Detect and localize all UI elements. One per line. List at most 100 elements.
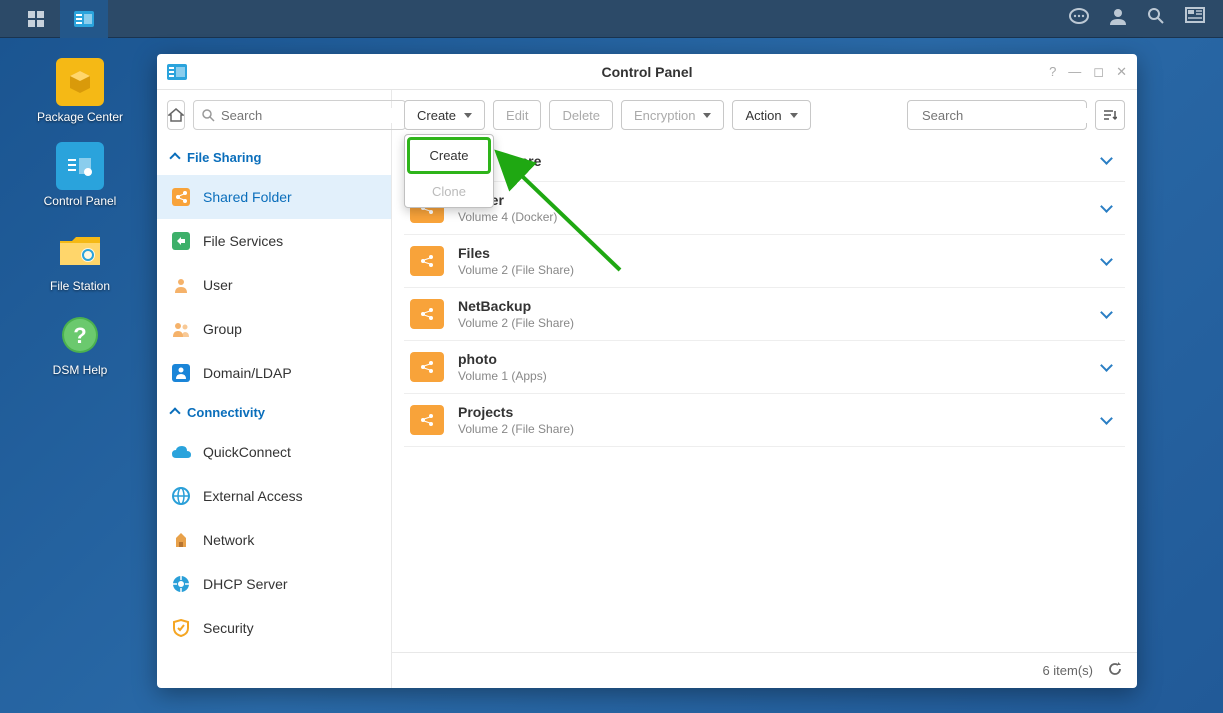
sidebar-item-group[interactable]: Group	[157, 307, 391, 351]
chevron-down-icon[interactable]	[1094, 251, 1119, 272]
sidebar-item-file-services[interactable]: File Services	[157, 219, 391, 263]
main-menu-button[interactable]	[12, 0, 60, 38]
desktop-icon-label: DSM Help	[53, 363, 108, 377]
globe-icon	[171, 486, 191, 506]
folder-row[interactable]: share	[404, 140, 1125, 182]
dropdown-item-create[interactable]: Create	[407, 137, 491, 174]
window-app-icon	[167, 64, 187, 80]
sidebar: File Sharing Shared Folder File Services…	[157, 90, 392, 688]
desktop-icons: Package Center Control Panel File Statio…	[30, 58, 130, 378]
sidebar-group-connectivity[interactable]: Connectivity	[157, 395, 391, 430]
sidebar-item-external-access[interactable]: External Access	[157, 474, 391, 518]
desktop-icon-label: Control Panel	[44, 194, 117, 208]
button-label: Delete	[562, 108, 600, 123]
folder-subtitle: Volume 1 (Apps)	[458, 369, 1080, 383]
shield-icon	[171, 618, 191, 638]
button-label: Create	[417, 108, 456, 123]
sidebar-item-quickconnect[interactable]: QuickConnect	[157, 430, 391, 474]
chevron-up-icon	[171, 150, 179, 165]
sidebar-group-file-sharing[interactable]: File Sharing	[157, 140, 391, 175]
desktop-icon-file-station[interactable]: File Station	[30, 227, 130, 293]
main-content: Create Edit Delete Encryption Action Cre…	[392, 90, 1137, 688]
encryption-button[interactable]: Encryption	[621, 100, 724, 130]
sidebar-item-label: QuickConnect	[203, 444, 291, 460]
desktop-icon-dsm-help[interactable]: ? DSM Help	[30, 311, 130, 377]
sidebar-group-label: File Sharing	[187, 150, 261, 165]
folder-name: photo	[458, 351, 1080, 367]
sidebar-item-user[interactable]: User	[157, 263, 391, 307]
user-icon	[171, 275, 191, 295]
sidebar-item-label: DHCP Server	[203, 576, 288, 592]
titlebar[interactable]: Control Panel ? — ◻ ✕	[157, 54, 1137, 90]
sidebar-search-input[interactable]	[221, 108, 397, 123]
desktop-icon-label: Package Center	[37, 110, 123, 124]
sidebar-item-label: Shared Folder	[203, 189, 292, 205]
sidebar-item-shared-folder[interactable]: Shared Folder	[157, 175, 391, 219]
network-icon	[171, 530, 191, 550]
search-icon	[202, 109, 215, 122]
folder-subtitle: Volume 2 (File Share)	[458, 316, 1080, 330]
chevron-up-icon	[171, 405, 179, 420]
chevron-down-icon[interactable]	[1094, 304, 1119, 325]
folder-row[interactable]: Projects Volume 2 (File Share)	[404, 394, 1125, 447]
folder-row[interactable]: photo Volume 1 (Apps)	[404, 341, 1125, 394]
folder-name: Projects	[458, 404, 1080, 420]
sort-button[interactable]	[1095, 100, 1125, 130]
desktop-icon-control-panel[interactable]: Control Panel	[30, 142, 130, 208]
widgets-icon[interactable]	[1179, 1, 1211, 36]
sidebar-item-domain-ldap[interactable]: Domain/LDAP	[157, 351, 391, 395]
folder-row[interactable]: Files Volume 2 (File Share)	[404, 235, 1125, 288]
folder-icon	[410, 352, 444, 382]
sidebar-search[interactable]	[193, 100, 406, 130]
footer: 6 item(s)	[392, 652, 1137, 688]
close-button[interactable]: ✕	[1116, 64, 1127, 80]
sidebar-item-label: External Access	[203, 488, 303, 504]
folder-row[interactable]: docker Volume 4 (Docker)	[404, 182, 1125, 235]
sidebar-item-label: Group	[203, 321, 242, 337]
dhcp-icon	[171, 574, 191, 594]
dropdown-item-clone[interactable]: Clone	[405, 176, 493, 207]
sidebar-item-dhcp-server[interactable]: DHCP Server	[157, 562, 391, 606]
folder-icon	[410, 299, 444, 329]
taskbar-app-control-panel[interactable]	[60, 0, 108, 38]
desktop-icon-package-center[interactable]: Package Center	[30, 58, 130, 124]
help-button[interactable]: ?	[1049, 64, 1056, 80]
toolbar: Create Edit Delete Encryption Action	[392, 90, 1137, 140]
chevron-down-icon[interactable]	[1094, 198, 1119, 219]
folder-subtitle: Volume 2 (File Share)	[458, 422, 1080, 436]
toolbar-search-input[interactable]	[922, 108, 1098, 123]
folder-name: docker	[458, 192, 1080, 208]
user-account-icon[interactable]	[1103, 1, 1133, 36]
sidebar-item-security[interactable]: Security	[157, 606, 391, 650]
domain-icon	[171, 363, 191, 383]
sidebar-item-label: Security	[203, 620, 254, 636]
svg-text:?: ?	[73, 323, 86, 348]
chevron-down-icon[interactable]	[1094, 150, 1119, 171]
create-button[interactable]: Create	[404, 100, 485, 130]
search-icon[interactable]	[1141, 1, 1171, 36]
minimize-button[interactable]: —	[1068, 64, 1081, 80]
cloud-icon	[171, 442, 191, 462]
folder-name: share	[504, 153, 1080, 169]
taskbar	[0, 0, 1223, 38]
services-icon	[171, 231, 191, 251]
folder-subtitle: Volume 4 (Docker)	[458, 210, 1080, 224]
home-button[interactable]	[167, 100, 185, 130]
button-label: Edit	[506, 108, 528, 123]
group-icon	[171, 319, 191, 339]
maximize-button[interactable]: ◻	[1093, 64, 1104, 80]
chevron-down-icon[interactable]	[1094, 357, 1119, 378]
sidebar-item-network[interactable]: Network	[157, 518, 391, 562]
folder-subtitle: Volume 2 (File Share)	[458, 263, 1080, 277]
folder-row[interactable]: NetBackup Volume 2 (File Share)	[404, 288, 1125, 341]
refresh-button[interactable]	[1107, 661, 1123, 680]
edit-button[interactable]: Edit	[493, 100, 541, 130]
sidebar-group-label: Connectivity	[187, 405, 265, 420]
chevron-down-icon[interactable]	[1094, 410, 1119, 431]
desktop-icon-label: File Station	[50, 279, 110, 293]
toolbar-search[interactable]	[907, 100, 1087, 130]
action-button[interactable]: Action	[732, 100, 810, 130]
delete-button[interactable]: Delete	[549, 100, 613, 130]
sidebar-item-label: Network	[203, 532, 254, 548]
notifications-icon[interactable]	[1063, 1, 1095, 36]
